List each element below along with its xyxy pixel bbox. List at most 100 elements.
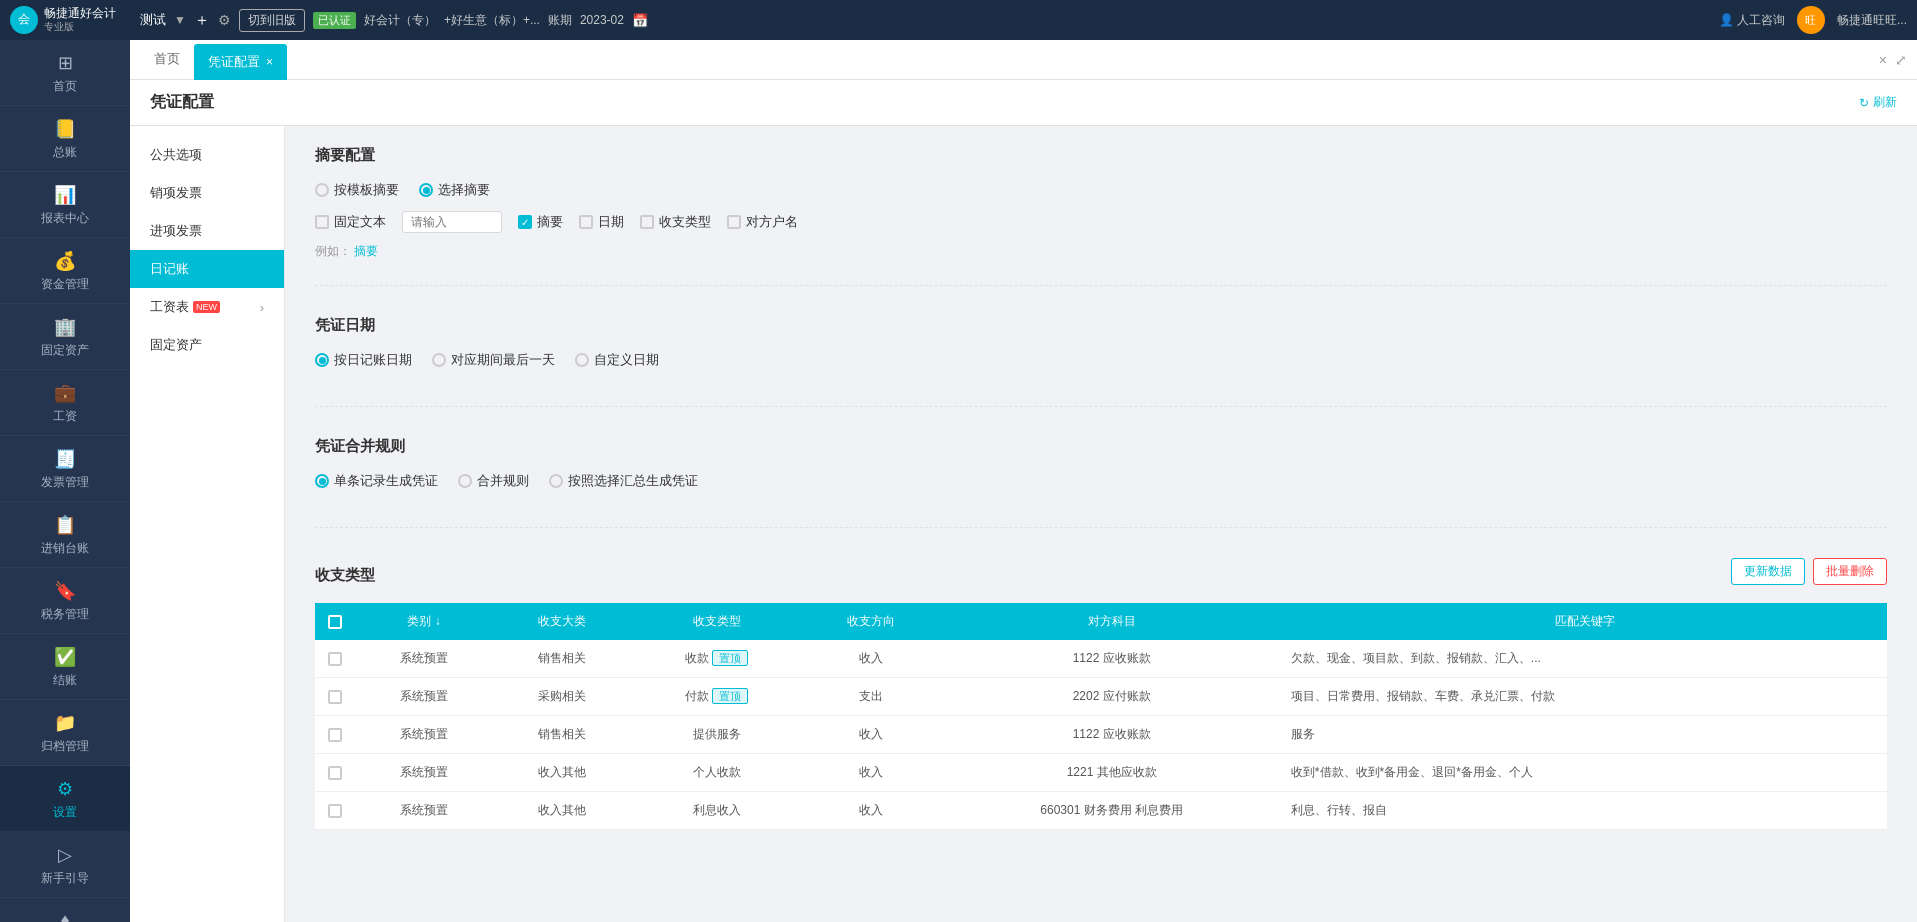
table-row: 系统预置 收入其他 利息收入 收入 660301 财务费用 利息费用 利息、行转… <box>315 792 1887 830</box>
update-data-button[interactable]: 更新数据 <box>1731 558 1805 585</box>
row-keywords: 欠款、现金、项目款、到款、报销款、汇入、... <box>1283 640 1887 678</box>
sidebar-label-invoice: 发票管理 <box>41 474 89 491</box>
merge-radio-summary[interactable]: 按照选择汇总生成凭证 <box>549 472 698 490</box>
date-radio-last-day[interactable]: 对应期间最后一天 <box>432 351 555 369</box>
purchase-icon: 📋 <box>54 514 76 536</box>
sidebar-label-report: 报表中心 <box>41 210 89 227</box>
row-major: 收入其他 <box>493 754 631 792</box>
income-expense-table: 类别 ↓ 收支大类 收支类型 收支方向 对方科目 匹配关键字 <box>315 603 1887 830</box>
sidebar-label-guide: 新手引导 <box>41 870 89 887</box>
checkbox-row: 固定文本 ✓ 摘要 日期 收支类型 <box>315 211 1887 233</box>
support-button[interactable]: 👤 人工咨询 <box>1719 12 1785 29</box>
date-section-title: 凭证日期 <box>315 316 1887 335</box>
salary-icon: 💼 <box>54 382 76 404</box>
checkbox-income-type[interactable]: 收支类型 <box>640 213 711 231</box>
logo-icon: 会 <box>10 6 38 34</box>
app-logo: 会 畅捷通好会计 专业版 <box>10 6 140 34</box>
tab-close-icon[interactable]: × <box>266 55 273 69</box>
gear-icon[interactable]: ⚙ <box>218 12 231 28</box>
env-arrow-icon[interactable]: ▼ <box>174 13 186 27</box>
row-keywords: 收到*借款、收到*备用金、退回*备用金、个人 <box>1283 754 1887 792</box>
sidebar-item-invoice[interactable]: 🧾 发票管理 <box>0 436 130 502</box>
th-checkbox[interactable] <box>315 603 355 640</box>
table-header-actions: 更新数据 批量删除 <box>1731 558 1887 585</box>
fund-icon: 💰 <box>54 250 76 272</box>
checkbox-fixed-text[interactable]: 固定文本 <box>315 213 386 231</box>
row-checkbox[interactable] <box>315 792 355 830</box>
merge-radio-rule-circle <box>458 474 472 488</box>
th-category: 类别 ↓ <box>355 603 493 640</box>
row-type: 利息收入 <box>631 792 802 830</box>
content-area: 首页 凭证配置 × × ⤢ 凭证配置 ↻ 刷新 公共选项 <box>130 40 1917 922</box>
select-all-checkbox[interactable] <box>328 615 342 629</box>
row-checkbox[interactable] <box>315 716 355 754</box>
left-nav-fixed-asset[interactable]: 固定资产 <box>130 326 284 364</box>
summary-radio-template-circle <box>315 183 329 197</box>
summary-radio-select[interactable]: 选择摘要 <box>419 181 490 199</box>
version-switch-button[interactable]: 切到旧版 <box>239 9 305 32</box>
tab-voucher-config[interactable]: 凭证配置 × <box>194 44 287 80</box>
checkbox-summary[interactable]: ✓ 摘要 <box>518 213 563 231</box>
sidebar-item-guide[interactable]: ▷ 新手引导 <box>0 832 130 898</box>
sidebar-item-archive[interactable]: 📁 归档管理 <box>0 700 130 766</box>
checkbox-counterparty[interactable]: 对方户名 <box>727 213 798 231</box>
left-nav-public[interactable]: 公共选项 <box>130 136 284 174</box>
page-content: 公共选项 销项发票 进项发票 日记账 工资表 NEW › 固定资产 <box>130 126 1917 922</box>
row-direction: 收入 <box>802 792 940 830</box>
table-row: 系统预置 销售相关 提供服务 收入 1122 应收账款 服务 <box>315 716 1887 754</box>
summary-radio-template[interactable]: 按模板摘要 <box>315 181 399 199</box>
tab-home[interactable]: 首页 <box>140 40 194 80</box>
period-value: 2023-02 <box>580 13 624 27</box>
sidebar-item-salary[interactable]: 💼 工资 <box>0 370 130 436</box>
reset-tag[interactable]: 置顶 <box>712 650 748 666</box>
left-nav-journal[interactable]: 日记账 <box>130 250 284 288</box>
sidebar-item-purchase[interactable]: 📋 进销台账 <box>0 502 130 568</box>
sidebar-item-home[interactable]: ⊞ 首页 <box>0 40 130 106</box>
fixed-text-input[interactable] <box>402 211 502 233</box>
tab-maximize-icon[interactable]: ⤢ <box>1895 52 1907 68</box>
sidebar-item-asset[interactable]: 🏢 固定资产 <box>0 304 130 370</box>
env-name: 测试 <box>140 11 166 29</box>
date-radio-custom-circle <box>575 353 589 367</box>
certified-tag: 已认证 <box>313 12 356 29</box>
row-category: 系统预置 <box>355 678 493 716</box>
summary-radio-select-circle <box>419 183 433 197</box>
date-radio-journal-circle <box>315 353 329 367</box>
date-radio-journal[interactable]: 按日记账日期 <box>315 351 412 369</box>
table-body: 系统预置 销售相关 收款 置顶 收入 1122 应收账款 欠款、现金、项目款、到… <box>315 640 1887 830</box>
calendar-icon[interactable]: 📅 <box>632 13 648 28</box>
date-radio-last-day-circle <box>432 353 446 367</box>
left-nav-purchase-invoice[interactable]: 进项发票 <box>130 212 284 250</box>
tab-bar-actions: × ⤢ <box>1879 52 1907 68</box>
refresh-button[interactable]: ↻ 刷新 <box>1859 94 1897 123</box>
support-icon: 👤 <box>1719 13 1734 27</box>
sidebar-item-ledger[interactable]: 📒 总账 <box>0 106 130 172</box>
merge-radio-rule[interactable]: 合并规则 <box>458 472 529 490</box>
row-category: 系统预置 <box>355 792 493 830</box>
sidebar-item-fund[interactable]: 💰 资金管理 <box>0 238 130 304</box>
row-keywords: 利息、行转、报自 <box>1283 792 1887 830</box>
sidebar-item-tax[interactable]: 🔖 税务管理 <box>0 568 130 634</box>
row-checkbox[interactable] <box>315 640 355 678</box>
sidebar-item-settings[interactable]: ⚙ 设置 <box>0 766 130 832</box>
batch-delete-button[interactable]: 批量删除 <box>1813 558 1887 585</box>
row-checkbox[interactable] <box>315 678 355 716</box>
date-radio-custom[interactable]: 自定义日期 <box>575 351 659 369</box>
sidebar-item-member[interactable]: ♦ 畅会员 <box>0 898 130 922</box>
sidebar-item-settle[interactable]: ✅ 结账 <box>0 634 130 700</box>
left-nav-sales-invoice[interactable]: 销项发票 <box>130 174 284 212</box>
row-major: 采购相关 <box>493 678 631 716</box>
row-checkbox[interactable] <box>315 754 355 792</box>
add-button[interactable]: ＋ <box>194 10 210 31</box>
left-nav-payroll[interactable]: 工资表 NEW › <box>130 288 284 326</box>
period-label: 账期 <box>548 12 572 29</box>
sidebar-item-report[interactable]: 📊 报表中心 <box>0 172 130 238</box>
date-radio-group: 按日记账日期 对应期间最后一天 自定义日期 <box>315 351 1887 369</box>
reset-tag[interactable]: 置顶 <box>712 688 748 704</box>
checkbox-date[interactable]: 日期 <box>579 213 624 231</box>
merge-radio-single[interactable]: 单条记录生成凭证 <box>315 472 438 490</box>
sidebar-label-home: 首页 <box>53 78 77 95</box>
row-type: 个人收款 <box>631 754 802 792</box>
table-header-row: 类别 ↓ 收支大类 收支类型 收支方向 对方科目 匹配关键字 <box>315 603 1887 640</box>
tab-minimize-icon[interactable]: × <box>1879 52 1887 68</box>
